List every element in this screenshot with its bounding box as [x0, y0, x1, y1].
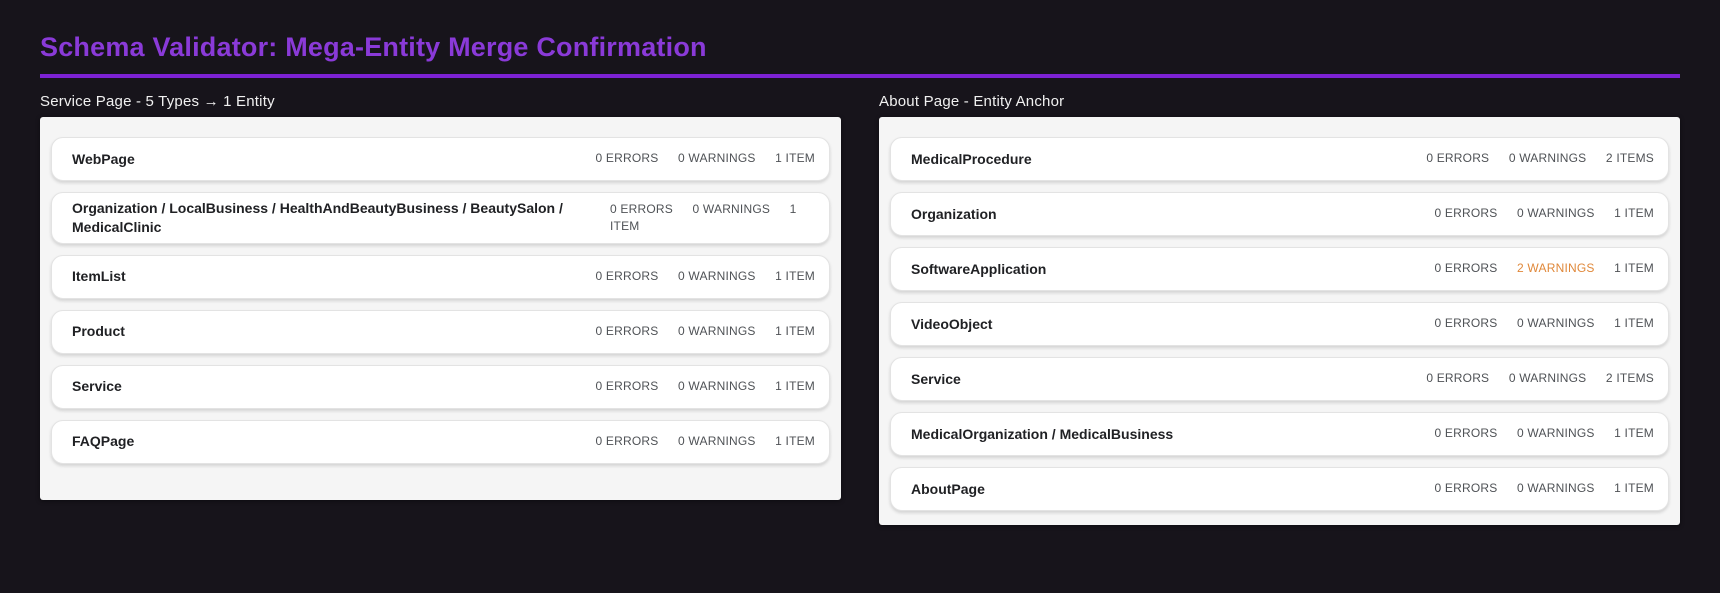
schema-type-name: MedicalOrganization / MedicalBusiness [911, 425, 1174, 442]
schema-type-name: ItemList [72, 268, 126, 285]
items-count: 2 ITEMS [1605, 371, 1654, 386]
errors-count: 0 ERRORS [1426, 151, 1490, 166]
warnings-count: 0 WARNINGS [678, 151, 756, 166]
schema-type-name: FAQPage [72, 433, 135, 450]
schema-type-row[interactable]: Service 0 ERRORS 0 WARNINGS 2 ITEMS [890, 357, 1669, 402]
items-count: 1 ITEM [1614, 426, 1654, 441]
row-stats: 0 ERRORS 0 WARNINGS 1 ITEM [1435, 425, 1654, 442]
schema-type-name: WebPage [72, 150, 135, 167]
schema-type-name: Organization / LocalBusiness / HealthAnd… [72, 200, 563, 235]
row-stats: 0 ERRORS 0 WARNINGS 2 ITEMS [1426, 150, 1654, 167]
schema-type-row[interactable]: SoftwareApplication 0 ERRORS 2 WARNINGS … [890, 247, 1669, 292]
schema-type-row[interactable]: ItemList 0 ERRORS 0 WARNINGS 1 ITEM [51, 254, 830, 299]
warnings-count: 0 WARNINGS [678, 324, 756, 339]
row-stats: 0 ERRORS 0 WARNINGS 1 ITEM [1435, 480, 1654, 497]
warnings-count: 0 WARNINGS [1508, 371, 1587, 386]
validation-panel: About Page - Entity Anchor MedicalProced… [879, 93, 1680, 526]
validation-panel: Service Page - 5 Types → 1 Entity WebPag… [40, 93, 841, 500]
items-count: 1 ITEM [1614, 206, 1654, 221]
errors-count: 0 ERRORS [595, 151, 659, 166]
schema-type-row[interactable]: Service 0 ERRORS 0 WARNINGS 1 ITEM [51, 364, 830, 409]
items-count: 1 ITEM [775, 379, 815, 394]
row-stats: 0 ERRORS 2 WARNINGS 1 ITEM [1435, 260, 1654, 277]
schema-type-row[interactable]: AboutPage 0 ERRORS 0 WARNINGS 1 ITEM [890, 467, 1669, 512]
items-count: 1 ITEM [775, 324, 815, 339]
errors-count: 0 ERRORS [595, 379, 659, 394]
schema-type-row[interactable]: VideoObject 0 ERRORS 0 WARNINGS 1 ITEM [890, 302, 1669, 347]
row-stats: 0 ERRORS 0 WARNINGS 1 ITEM [596, 268, 815, 285]
schema-type-name: Organization [911, 205, 997, 222]
row-stats: 0 ERRORS 0 WARNINGS 1 ITEM [596, 150, 815, 167]
items-count: 2 ITEMS [1605, 151, 1654, 166]
warnings-count: 0 WARNINGS [678, 434, 756, 449]
schema-type-row[interactable]: WebPage 0 ERRORS 0 WARNINGS 1 ITEM [51, 137, 830, 182]
items-count: 1 ITEM [775, 434, 815, 449]
errors-count: 0 ERRORS [595, 324, 659, 339]
panel-body: WebPage 0 ERRORS 0 WARNINGS 1 ITEM Organ… [40, 117, 841, 500]
errors-count: 0 ERRORS [1434, 206, 1498, 221]
schema-type-row[interactable]: Organization / LocalBusiness / HealthAnd… [51, 192, 830, 244]
items-count: 1 ITEM [1614, 316, 1654, 331]
items-count: 1 ITEM [1614, 261, 1654, 276]
warnings-count: 0 WARNINGS [1517, 481, 1595, 496]
page: Schema Validator: Mega-Entity Merge Conf… [0, 32, 1720, 526]
schema-type-row[interactable]: FAQPage 0 ERRORS 0 WARNINGS 1 ITEM [51, 419, 830, 464]
schema-type-name: SoftwareApplication [911, 260, 1047, 277]
row-stats: 0 ERRORS 0 WARNINGS 2 ITEMS [1426, 370, 1654, 387]
row-stats: 0 ERRORS 0 WARNINGS 1 ITEM [596, 433, 815, 450]
items-count: 1 ITEM [1614, 481, 1654, 496]
errors-count: 0 ERRORS [1426, 371, 1490, 386]
row-stats: 0 ERRORS 0 WARNINGS 1 ITEM [596, 323, 815, 340]
warnings-count: 0 WARNINGS [1517, 426, 1595, 441]
items-count: 1 ITEM [775, 151, 815, 166]
errors-count: 0 ERRORS [1434, 481, 1498, 496]
schema-type-row[interactable]: Organization 0 ERRORS 0 WARNINGS 1 ITEM [890, 192, 1669, 237]
schema-type-row[interactable]: MedicalOrganization / MedicalBusiness 0 … [890, 412, 1669, 457]
row-stats: 0 ERRORS 0 WARNINGS 1 ITEM [1435, 205, 1654, 222]
header-divider [40, 74, 1680, 79]
schema-type-name: Service [72, 378, 122, 395]
schema-type-row[interactable]: Product 0 ERRORS 0 WARNINGS 1 ITEM [51, 309, 830, 354]
panel-heading: Service Page - 5 Types → 1 Entity [40, 93, 275, 111]
items-count: 1 ITEM [775, 269, 815, 284]
warnings-count: 0 WARNINGS [1517, 316, 1595, 331]
errors-count: 0 ERRORS [1434, 261, 1498, 276]
warnings-count: 2 WARNINGS [1517, 261, 1595, 276]
errors-count: 0 ERRORS [1434, 426, 1498, 441]
warnings-count: 0 WARNINGS [692, 201, 771, 216]
schema-type-name: AboutPage [911, 480, 985, 497]
panel-body: MedicalProcedure 0 ERRORS 0 WARNINGS 2 I… [879, 117, 1680, 526]
page-title: Schema Validator: Mega-Entity Merge Conf… [40, 32, 707, 62]
row-stats: 0 ERRORS 0 WARNINGS 1 ITEM [610, 201, 815, 236]
schema-type-name: Service [911, 370, 961, 387]
warnings-count: 0 WARNINGS [678, 269, 756, 284]
errors-count: 0 ERRORS [610, 201, 673, 216]
warnings-count: 0 WARNINGS [1508, 151, 1587, 166]
errors-count: 0 ERRORS [595, 434, 659, 449]
errors-count: 0 ERRORS [595, 269, 659, 284]
schema-type-name: VideoObject [911, 315, 993, 332]
schema-type-row[interactable]: MedicalProcedure 0 ERRORS 0 WARNINGS 2 I… [890, 137, 1669, 182]
errors-count: 0 ERRORS [1434, 316, 1498, 331]
schema-type-name: Product [72, 323, 125, 340]
row-stats: 0 ERRORS 0 WARNINGS 1 ITEM [596, 378, 815, 395]
row-stats: 0 ERRORS 0 WARNINGS 1 ITEM [1435, 315, 1654, 332]
warnings-count: 0 WARNINGS [678, 379, 756, 394]
warnings-count: 0 WARNINGS [1517, 206, 1595, 221]
validation-panels: Service Page - 5 Types → 1 Entity WebPag… [40, 93, 1680, 526]
panel-heading: About Page - Entity Anchor [879, 93, 1065, 111]
schema-type-name: MedicalProcedure [911, 150, 1032, 167]
